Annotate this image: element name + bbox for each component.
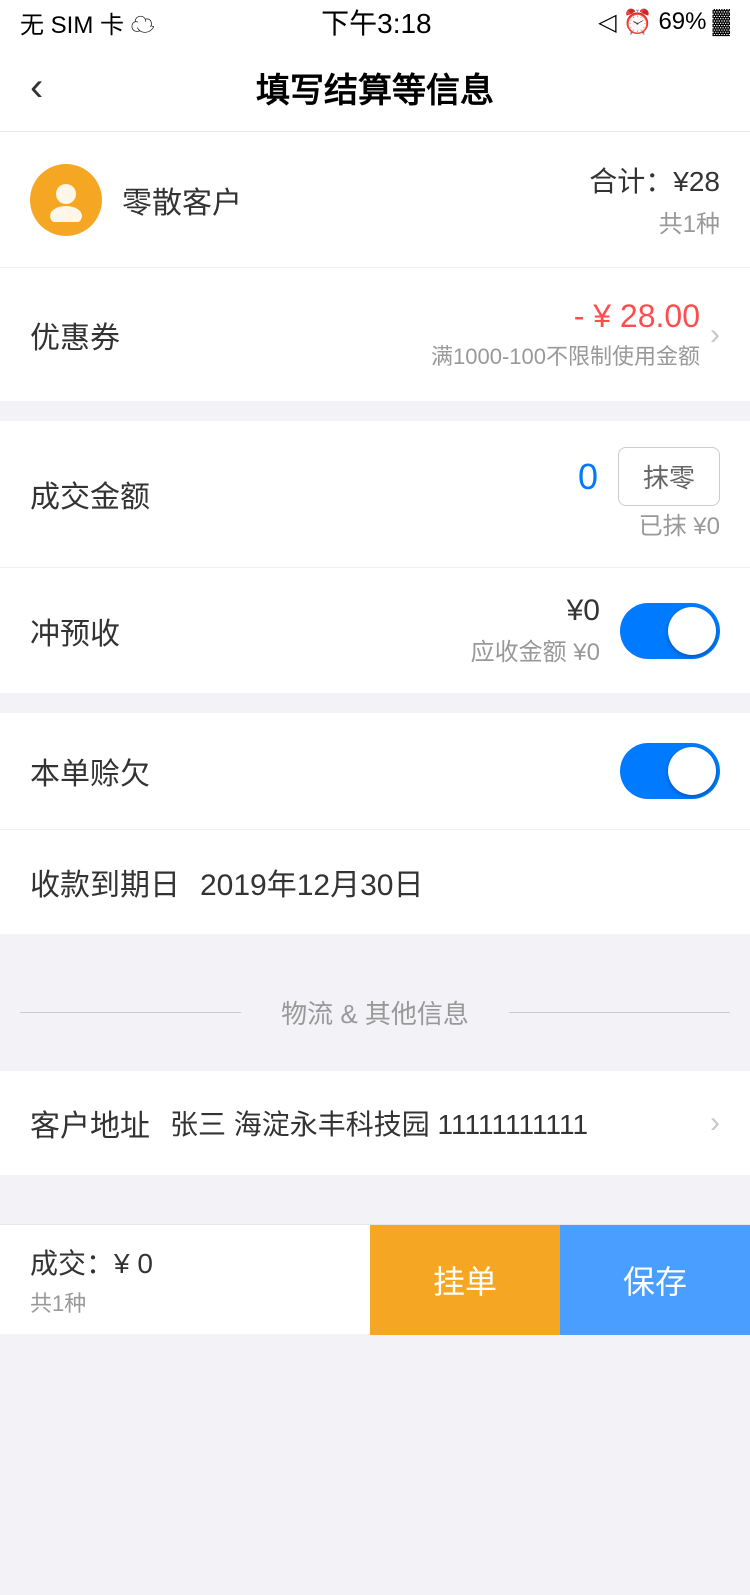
credit-row: 本单赊欠 — [0, 713, 750, 830]
precollect-sub: 应收金额 ¥0 — [471, 632, 600, 667]
logistics-title: 物流 & 其他信息 — [281, 994, 469, 1031]
coupon-value: - ¥ 28.00 — [431, 298, 700, 335]
address-right: › — [710, 1106, 720, 1140]
status-right: ◁ ⏰ 69% ▓ — [598, 8, 730, 37]
customer-totals: 合计：¥28 共1种 — [589, 160, 720, 239]
alarm-icon: ⏰ — [623, 8, 653, 37]
logistics-header: 物流 & 其他信息 — [0, 974, 750, 1051]
back-button[interactable]: ‹ — [30, 65, 43, 110]
bottom-bar: 成交：¥ 0 共1种 挂单 保存 — [0, 1224, 750, 1334]
deal-section: 成交金额 0 抹零 已抹 ¥0 冲预收 ¥0 应收金额 ¥0 — [0, 421, 750, 693]
precollect-amount: ¥0 — [471, 594, 600, 628]
address-row[interactable]: 客户地址 张三 海淀永丰科技园 11111111111 › — [0, 1071, 750, 1175]
status-left: 无 SIM 卡 ☁ — [20, 5, 155, 40]
deal-amount-value: 0 — [578, 456, 598, 498]
nav-bar: ‹ 填写结算等信息 — [0, 44, 750, 132]
customer-section: 零散客户 合计：¥28 共1种 优惠券 - ¥ 28.00 满1000-100不… — [0, 132, 750, 401]
address-section: 客户地址 张三 海淀永丰科技园 11111111111 › — [0, 1071, 750, 1175]
bottom-deal-amount: 成交：¥ 0 — [30, 1242, 340, 1282]
customer-left: 零散客户 — [30, 164, 242, 236]
coupon-details: - ¥ 28.00 满1000-100不限制使用金额 — [431, 298, 700, 371]
duedate-value: 2019年12月30日 — [200, 860, 423, 904]
page-content: 零散客户 合计：¥28 共1种 优惠券 - ¥ 28.00 满1000-100不… — [0, 132, 750, 1595]
deal-amount-right: 0 抹零 — [578, 447, 720, 506]
credit-section: 本单赊欠 收款到期日 2019年12月30日 — [0, 713, 750, 934]
battery-icon: ▓ — [712, 8, 730, 36]
avatar — [30, 164, 102, 236]
credit-toggle-knob — [668, 747, 716, 795]
bottom-deal-value: ¥ 0 — [114, 1248, 153, 1279]
precollect-amounts: ¥0 应收金额 ¥0 — [471, 594, 600, 667]
precollect-right: ¥0 应收金额 ¥0 — [471, 594, 720, 667]
deal-amount-label: 成交金额 — [30, 472, 150, 516]
coupon-desc: 满1000-100不限制使用金额 — [431, 339, 700, 371]
status-time: 下午3:18 — [321, 2, 432, 42]
logistics-section: 物流 & 其他信息 — [0, 954, 750, 1071]
bottom-count: 共1种 — [30, 1286, 340, 1318]
address-chevron-icon: › — [710, 1106, 720, 1140]
address-value: 张三 海淀永丰科技园 11111111111 — [170, 1103, 710, 1143]
total-amount: 合计：¥28 — [589, 160, 720, 200]
coupon-row[interactable]: 优惠券 - ¥ 28.00 满1000-100不限制使用金额 › — [0, 267, 750, 401]
customer-name: 零散客户 — [122, 178, 242, 222]
credit-label: 本单赊欠 — [30, 749, 150, 793]
chevron-right-icon: › — [710, 318, 720, 352]
location-icon: ◁ — [598, 8, 616, 37]
coupon-right: - ¥ 28.00 满1000-100不限制使用金额 › — [431, 298, 720, 371]
hang-button[interactable]: 挂单 — [370, 1225, 560, 1335]
save-button[interactable]: 保存 — [560, 1225, 750, 1335]
user-icon — [44, 178, 88, 222]
precollect-row: 冲预收 ¥0 应收金额 ¥0 — [0, 568, 750, 693]
page-title: 填写结算等信息 — [256, 63, 494, 112]
duedate-row[interactable]: 收款到期日 2019年12月30日 — [0, 830, 750, 934]
toggle-knob — [668, 607, 716, 655]
precollect-toggle[interactable] — [620, 603, 720, 659]
deal-amount-row: 成交金额 0 抹零 已抹 ¥0 — [0, 421, 750, 568]
bottom-deal-label: 成交： — [30, 1248, 114, 1279]
duedate-label: 收款到期日 — [30, 860, 180, 904]
sim-status: 无 SIM 卡 ☁ — [20, 5, 155, 40]
coupon-label: 优惠券 — [30, 313, 120, 357]
status-bar: 无 SIM 卡 ☁ 下午3:18 ◁ ⏰ 69% ▓ — [0, 0, 750, 44]
customer-row: 零散客户 合计：¥28 共1种 — [0, 132, 750, 267]
divider-left — [20, 1012, 241, 1013]
divider-right — [509, 1012, 730, 1013]
total-count: 共1种 — [589, 204, 720, 239]
battery-label: 69% — [658, 8, 706, 36]
round-off-button[interactable]: 抹零 — [618, 447, 720, 506]
credit-toggle[interactable] — [620, 743, 720, 799]
address-label: 客户地址 — [30, 1101, 150, 1145]
deal-sub-label: 已抹 ¥0 — [578, 506, 720, 541]
bottom-info: 成交：¥ 0 共1种 — [0, 1242, 370, 1318]
precollect-label: 冲预收 — [30, 609, 120, 653]
